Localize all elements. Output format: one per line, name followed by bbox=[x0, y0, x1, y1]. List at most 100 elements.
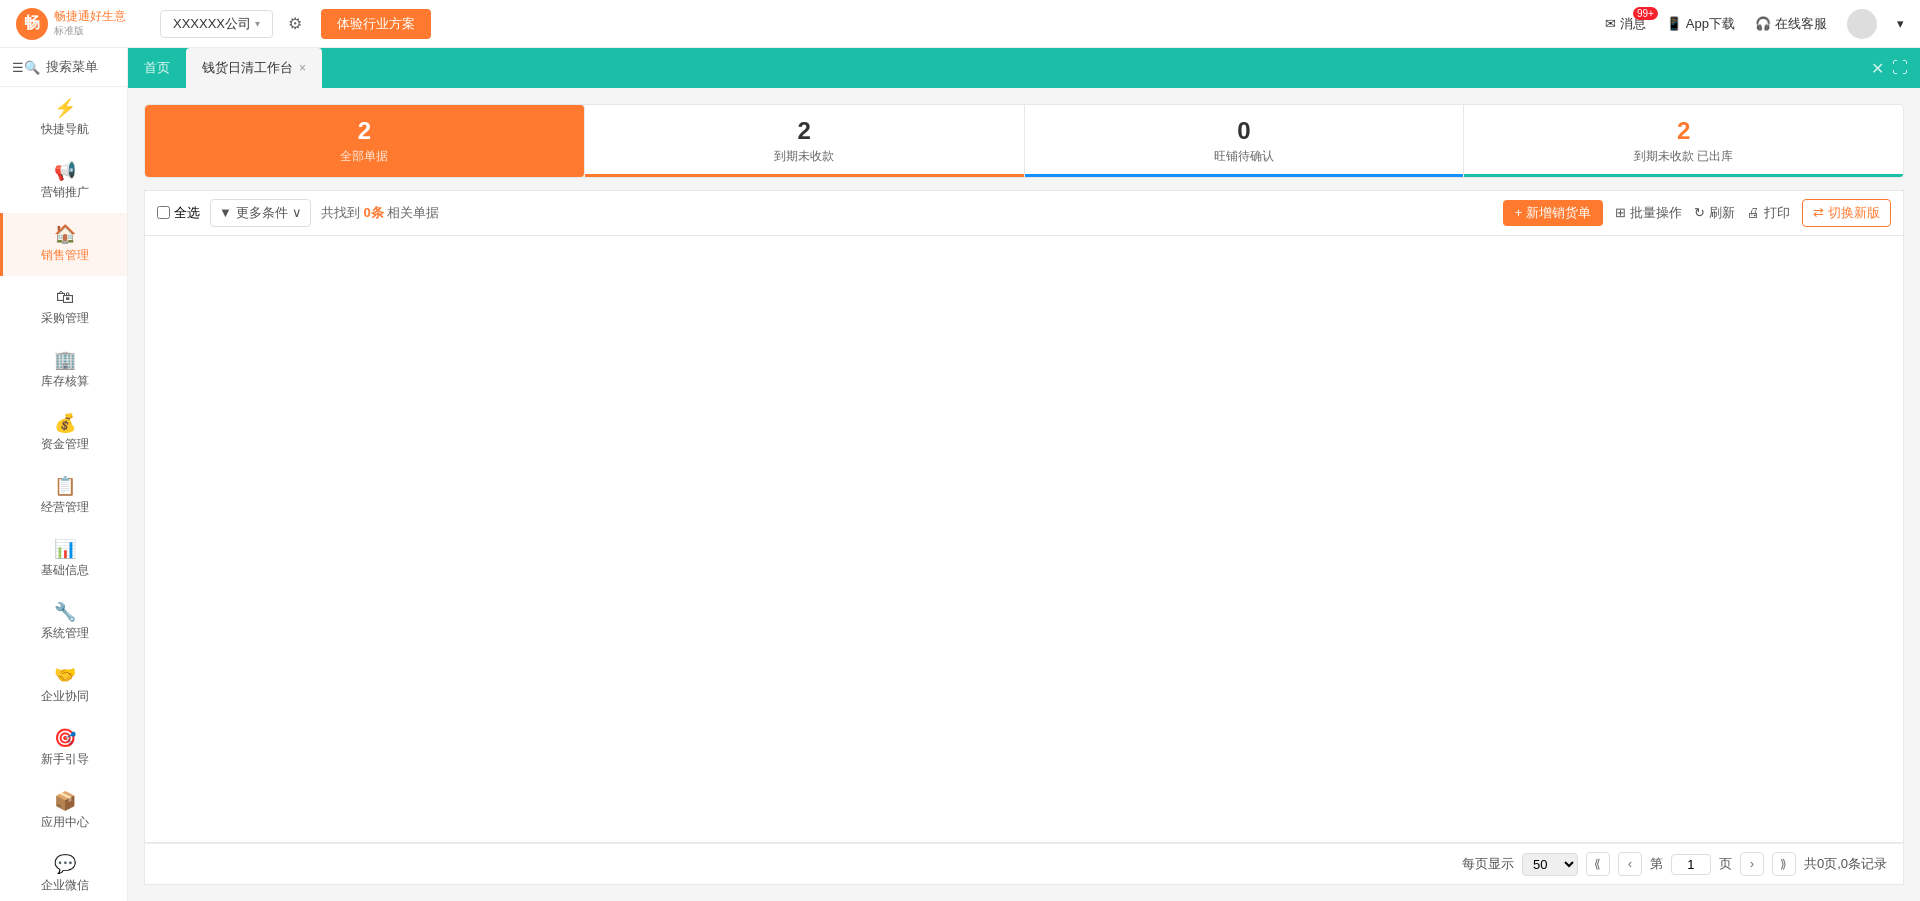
logo-sub: 标准版 bbox=[54, 24, 126, 38]
refresh-label: 刷新 bbox=[1709, 204, 1735, 222]
chevron-down-icon: ▾ bbox=[255, 18, 260, 29]
user-name-text: ▾ bbox=[1897, 16, 1904, 31]
batch-operation-button[interactable]: ⊞ 批量操作 bbox=[1615, 204, 1682, 222]
app-download-button[interactable]: 📱 App下载 bbox=[1666, 15, 1735, 33]
stat-card-pending[interactable]: 0 旺铺待确认 bbox=[1025, 105, 1465, 177]
company-name: XXXXXX公司 bbox=[173, 15, 251, 33]
page-prev-button[interactable]: ‹ bbox=[1618, 852, 1642, 876]
stat-number-overdue: 2 bbox=[601, 117, 1008, 146]
sidebar-item-appstore[interactable]: 📦 应用中心 bbox=[0, 780, 127, 843]
new-order-button[interactable]: + 新增销货单 bbox=[1503, 200, 1603, 226]
tab-bar-right: ✕ ⛶ bbox=[1871, 59, 1920, 78]
select-all-input[interactable] bbox=[157, 206, 170, 219]
switch-version-button[interactable]: ⇄ 切换新版 bbox=[1802, 199, 1891, 227]
online-service-label: 在线客服 bbox=[1775, 15, 1827, 33]
logo-text: 畅捷通好生意 bbox=[54, 9, 126, 25]
tab-minimize-button[interactable]: ✕ bbox=[1871, 59, 1884, 78]
message-button[interactable]: ✉ 消息 99+ bbox=[1605, 15, 1646, 33]
sidebar-item-guide[interactable]: 🎯 新手引导 bbox=[0, 717, 127, 780]
experience-button[interactable]: 体验行业方案 bbox=[321, 9, 431, 39]
sidebar-item-label: 企业微信 bbox=[41, 877, 89, 894]
stat-label-pending: 旺铺待确认 bbox=[1041, 148, 1448, 165]
sidebar-item-label: 经营管理 bbox=[41, 499, 89, 516]
sidebar-item-sales[interactable]: 🏠 销售管理 bbox=[0, 213, 127, 276]
refresh-button[interactable]: ↻ 刷新 bbox=[1694, 204, 1735, 222]
switch-label: 切换新版 bbox=[1828, 204, 1880, 222]
sidebar-item-wechat[interactable]: 💬 企业微信 bbox=[0, 843, 127, 901]
logo-area: 畅 畅捷通好生意 标准版 bbox=[16, 8, 144, 40]
sidebar-item-quick-nav[interactable]: ⚡ 快捷导航 bbox=[0, 87, 127, 150]
headset-icon: 🎧 bbox=[1755, 16, 1771, 31]
page-next-button[interactable]: › bbox=[1740, 852, 1764, 876]
print-icon: 🖨 bbox=[1747, 205, 1760, 220]
enterprise-icon: 🤝 bbox=[54, 666, 76, 684]
search-menu-button[interactable]: ☰🔍 搜索菜单 bbox=[0, 48, 127, 87]
sidebar-item-system[interactable]: 🔧 系统管理 bbox=[0, 591, 127, 654]
sidebar-item-purchase[interactable]: 🛍 采购管理 bbox=[0, 276, 127, 339]
sidebar-item-label: 销售管理 bbox=[41, 247, 89, 264]
sidebar-item-basic[interactable]: 📊 基础信息 bbox=[0, 528, 127, 591]
chevron-down-icon: ∨ bbox=[292, 205, 302, 220]
tab-home-label: 首页 bbox=[144, 59, 170, 77]
gear-icon: ⚙ bbox=[288, 14, 302, 33]
sidebar-item-label: 资金管理 bbox=[41, 436, 89, 453]
page-size-select[interactable]: 50 100 200 bbox=[1522, 853, 1578, 876]
user-name[interactable]: ▾ bbox=[1897, 16, 1904, 31]
stat-label-all: 全部单据 bbox=[161, 148, 568, 165]
app-download-icon: 📱 bbox=[1666, 16, 1682, 31]
message-icon: ✉ bbox=[1605, 16, 1616, 31]
select-all-checkbox[interactable]: 全选 bbox=[157, 204, 200, 222]
online-service-button[interactable]: 🎧 在线客服 bbox=[1755, 15, 1827, 33]
quick-nav-icon: ⚡ bbox=[54, 99, 76, 117]
found-suffix: 相关单据 bbox=[387, 205, 439, 220]
sidebar-item-label: 系统管理 bbox=[41, 625, 89, 642]
search-menu-label: 搜索菜单 bbox=[46, 58, 98, 76]
sidebar-item-inventory[interactable]: 🏢 库存核算 bbox=[0, 339, 127, 402]
sidebar-item-label: 采购管理 bbox=[41, 310, 89, 327]
tab-bar: 首页 钱货日清工作台 × ✕ ⛶ bbox=[128, 48, 1920, 88]
batch-label: 批量操作 bbox=[1630, 204, 1682, 222]
finance-icon: 💰 bbox=[54, 414, 76, 432]
sidebar-item-label: 快捷导航 bbox=[41, 121, 89, 138]
print-button[interactable]: 🖨 打印 bbox=[1747, 204, 1790, 222]
page-first-button[interactable]: ⟪ bbox=[1586, 852, 1610, 876]
filter-button[interactable]: ▼ 更多条件 ∨ bbox=[210, 199, 311, 227]
company-selector[interactable]: XXXXXX公司 ▾ bbox=[160, 10, 273, 38]
sidebar: ☰🔍 搜索菜单 ⚡ 快捷导航 📢 营销推广 🏠 销售管理 🛍 采购管理 🏢 库存… bbox=[0, 48, 128, 901]
switch-icon: ⇄ bbox=[1813, 205, 1824, 220]
logo-icon: 畅 bbox=[16, 8, 48, 40]
wechat-icon: 💬 bbox=[54, 855, 76, 873]
stat-number-shipped: 2 bbox=[1480, 117, 1887, 146]
appstore-icon: 📦 bbox=[54, 792, 76, 810]
page-label-text: 第 bbox=[1650, 855, 1663, 873]
sidebar-item-finance[interactable]: 💰 资金管理 bbox=[0, 402, 127, 465]
sidebar-item-label: 应用中心 bbox=[41, 814, 89, 831]
message-badge: 99+ bbox=[1633, 7, 1658, 20]
toolbar: 全选 ▼ 更多条件 ∨ 共找到 0条 相关单据 + 新增销货单 bbox=[144, 190, 1904, 235]
page-label-ye: 页 bbox=[1719, 855, 1732, 873]
page-number-input[interactable] bbox=[1671, 854, 1711, 875]
sidebar-item-label: 企业协同 bbox=[41, 688, 89, 705]
found-count: 0条 bbox=[364, 205, 384, 220]
sidebar-item-marketing[interactable]: 📢 营销推广 bbox=[0, 150, 127, 213]
system-icon: 🔧 bbox=[54, 603, 76, 621]
tab-close-button[interactable]: × bbox=[299, 61, 306, 75]
sidebar-item-label: 新手引导 bbox=[41, 751, 89, 768]
stat-card-overdue[interactable]: 2 到期未收款 bbox=[585, 105, 1025, 177]
app-download-label: App下载 bbox=[1686, 15, 1735, 33]
settings-button[interactable]: ⚙ bbox=[281, 10, 309, 38]
sidebar-item-label: 基础信息 bbox=[41, 562, 89, 579]
tab-home[interactable]: 首页 bbox=[128, 48, 186, 88]
purchase-icon: 🛍 bbox=[56, 288, 74, 306]
tab-maximize-button[interactable]: ⛶ bbox=[1892, 59, 1908, 77]
content-area: 首页 钱货日清工作台 × ✕ ⛶ 2 全部单据 2 到期未收款 bbox=[128, 48, 1920, 901]
sidebar-item-operation[interactable]: 📋 经营管理 bbox=[0, 465, 127, 528]
page-last-button[interactable]: ⟫ bbox=[1772, 852, 1796, 876]
stat-number-all: 2 bbox=[161, 117, 568, 146]
stat-card-all[interactable]: 2 全部单据 bbox=[145, 105, 585, 177]
stat-card-shipped[interactable]: 2 到期未收款 已出库 bbox=[1464, 105, 1903, 177]
sidebar-item-enterprise[interactable]: 🤝 企业协同 bbox=[0, 654, 127, 717]
user-avatar[interactable] bbox=[1847, 9, 1877, 39]
sidebar-item-label: 库存核算 bbox=[41, 373, 89, 390]
tab-workbench[interactable]: 钱货日清工作台 × bbox=[186, 48, 322, 88]
